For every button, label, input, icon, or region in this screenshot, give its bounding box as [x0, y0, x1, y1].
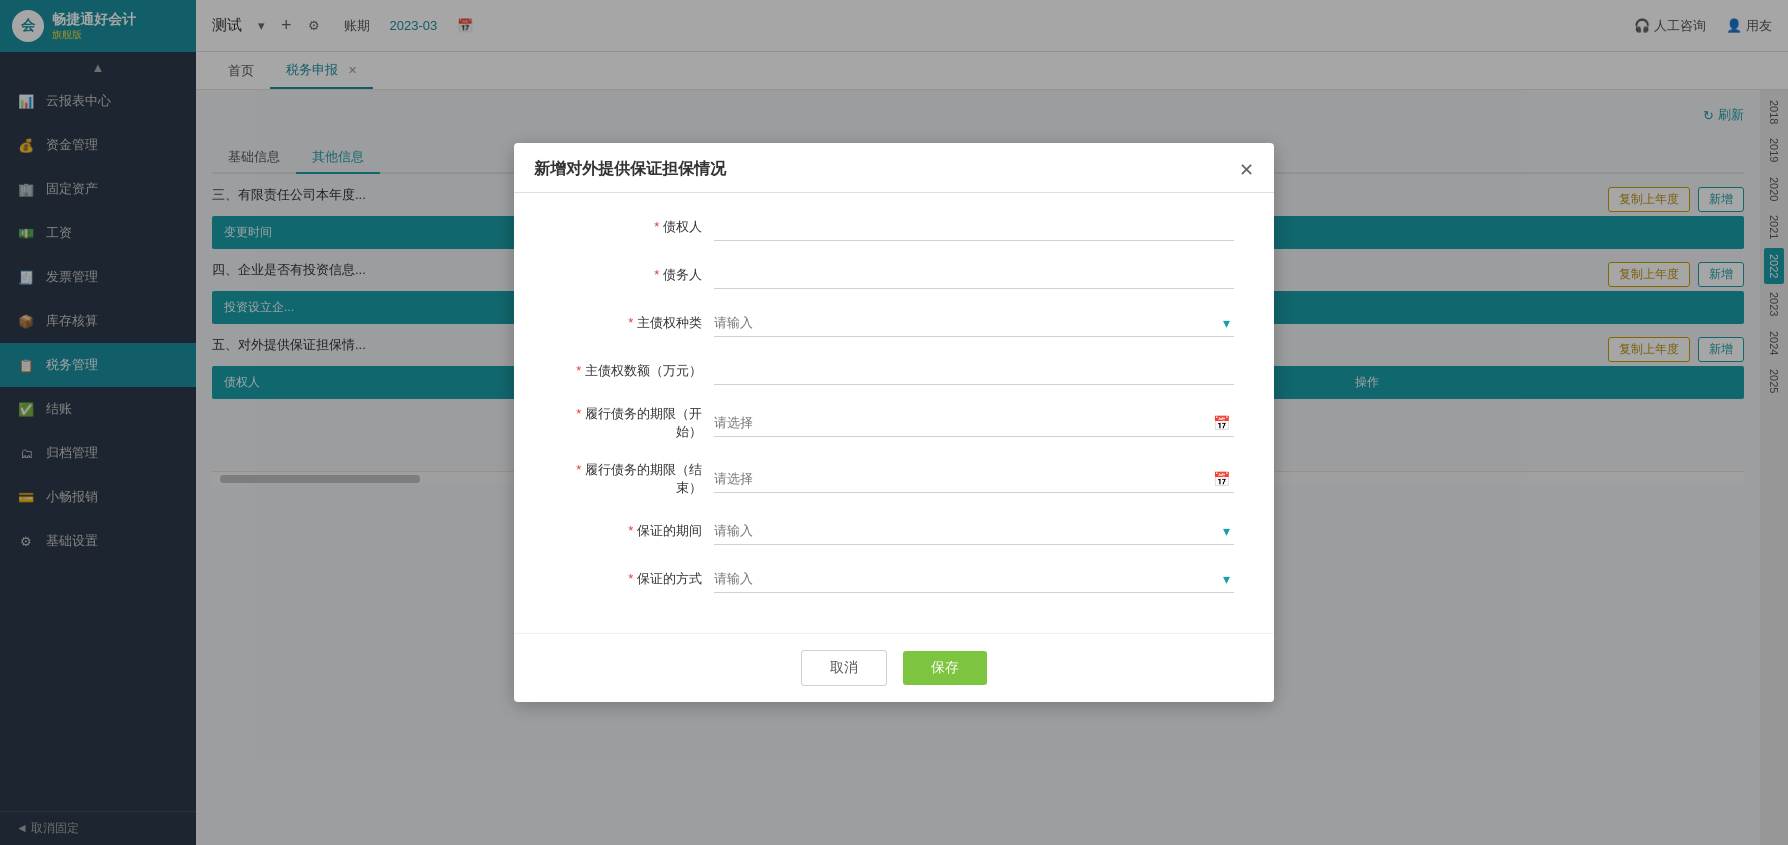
claim-amount-label: * 主债权数额（万元） — [554, 362, 714, 380]
cancel-button[interactable]: 取消 — [801, 650, 887, 686]
form-row-debtor: * 债务人 — [554, 261, 1234, 289]
guarantee-period-select-wrap: ▾ — [714, 517, 1234, 545]
form-row-period-start: * 履行债务的期限（开始） 📅 — [554, 405, 1234, 441]
guarantee-method-label: * 保证的方式 — [554, 570, 714, 588]
form-row-guarantee-period: * 保证的期间 ▾ — [554, 517, 1234, 545]
save-button[interactable]: 保存 — [903, 651, 987, 685]
form-row-creditor: * 债权人 — [554, 213, 1234, 241]
period-end-calendar-icon[interactable]: 📅 — [1213, 471, 1234, 487]
guarantee-method-input[interactable] — [714, 565, 1223, 592]
period-start-calendar-icon[interactable]: 📅 — [1213, 415, 1234, 431]
claim-type-select-wrap: ▾ — [714, 309, 1234, 337]
form-row-claim-type: * 主债权种类 ▾ — [554, 309, 1234, 337]
period-end-label: * 履行债务的期限（结束） — [554, 461, 714, 497]
dialog-close-btn[interactable]: ✕ — [1239, 161, 1254, 179]
debtor-label: * 债务人 — [554, 266, 714, 284]
period-end-date-wrap: 📅 — [714, 465, 1234, 493]
dialog-body: * 债权人 * 债务人 * 主债权种类 — [514, 193, 1274, 633]
claim-type-input[interactable] — [714, 309, 1223, 336]
form-row-guarantee-method: * 保证的方式 ▾ — [554, 565, 1234, 593]
creditor-label: * 债权人 — [554, 218, 714, 236]
claim-type-label: * 主债权种类 — [554, 314, 714, 332]
dialog: 新增对外提供保证担保情况 ✕ * 债权人 * 债务人 — [514, 143, 1274, 702]
guarantee-method-chevron-icon[interactable]: ▾ — [1223, 571, 1234, 587]
claim-type-chevron-icon[interactable]: ▾ — [1223, 315, 1234, 331]
period-end-input[interactable] — [714, 465, 1213, 492]
debtor-input[interactable] — [714, 261, 1234, 289]
guarantee-period-chevron-icon[interactable]: ▾ — [1223, 523, 1234, 539]
dialog-footer: 取消 保存 — [514, 633, 1274, 702]
claim-amount-input[interactable] — [714, 357, 1234, 385]
modal-overlay: 新增对外提供保证担保情况 ✕ * 债权人 * 债务人 — [0, 0, 1788, 845]
period-start-label: * 履行债务的期限（开始） — [554, 405, 714, 441]
dialog-title: 新增对外提供保证担保情况 — [534, 159, 726, 180]
creditor-input[interactable] — [714, 213, 1234, 241]
guarantee-period-label: * 保证的期间 — [554, 522, 714, 540]
guarantee-period-input[interactable] — [714, 517, 1223, 544]
period-start-input[interactable] — [714, 409, 1213, 436]
form-row-claim-amount: * 主债权数额（万元） — [554, 357, 1234, 385]
form-row-period-end: * 履行债务的期限（结束） 📅 — [554, 461, 1234, 497]
period-start-date-wrap: 📅 — [714, 409, 1234, 437]
guarantee-method-select-wrap: ▾ — [714, 565, 1234, 593]
dialog-header: 新增对外提供保证担保情况 ✕ — [514, 143, 1274, 193]
